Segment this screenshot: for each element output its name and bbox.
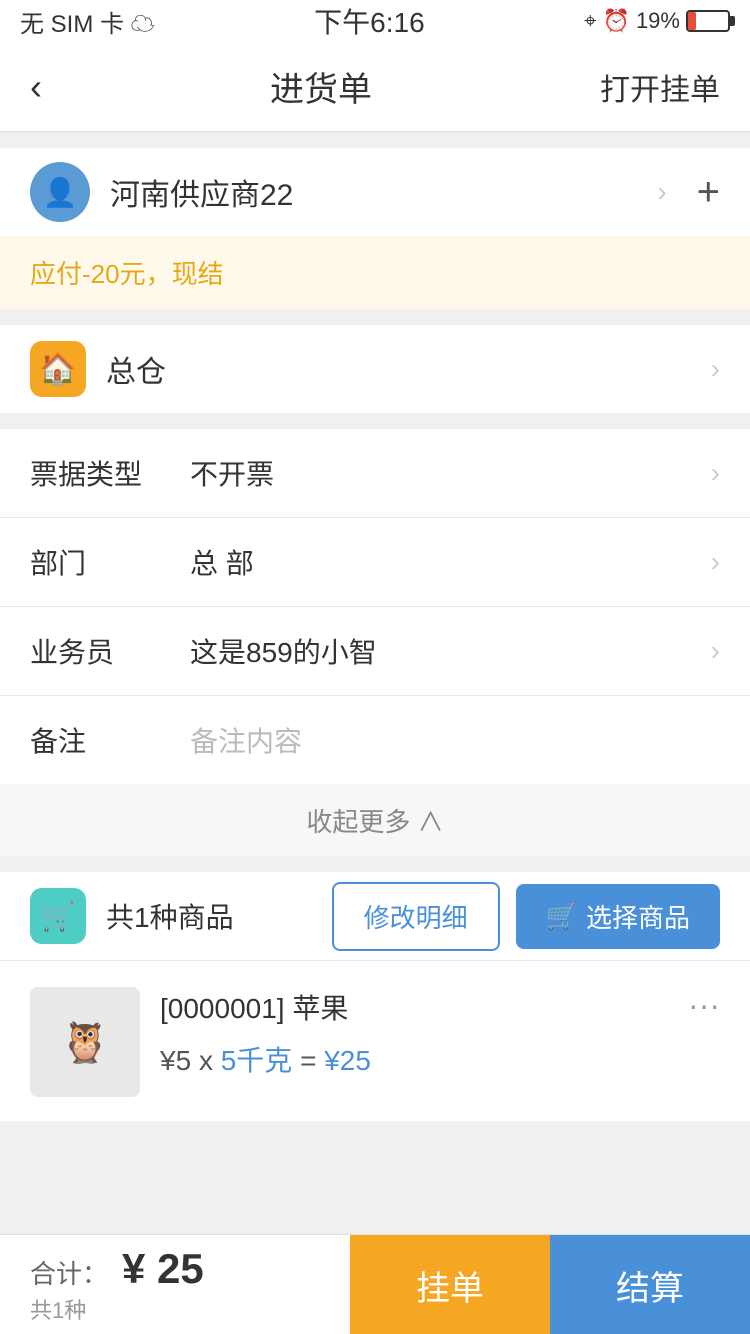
dept-chevron-icon: › [711,546,720,578]
edit-detail-button[interactable]: 修改明细 [332,882,500,951]
owl-logo: 🦉 [60,1019,110,1066]
supplier-name[interactable]: 河南供应商22 [110,170,657,214]
product-quantity[interactable]: 5千克 [221,1045,293,1076]
sales-label: 业务员 [30,631,190,671]
price-equals: = [300,1045,324,1076]
total-label: 合计： [30,1254,108,1291]
sales-row[interactable]: 业务员 这是859的小智 › [0,607,750,695]
footer: 合计： ¥ 25 共1种 挂单 结算 [0,1234,750,1334]
status-left: 无 SIM 卡 ☁ [20,4,155,39]
invoice-row[interactable]: 票据类型 不开票 › [0,429,750,517]
dept-label: 部门 [30,542,190,582]
status-bar: 无 SIM 卡 ☁ 下午6:16 ⌖ ⏰ 19% [0,0,750,42]
page-title: 进货单 [270,62,372,111]
status-right: ⌖ ⏰ 19% [584,8,730,34]
product-thumbnail: 🦉 [30,987,140,1097]
warehouse-row[interactable]: 🏠 总仓 › [0,325,750,413]
product-code: [0000001] [160,993,285,1024]
product-header: 🛒 共1种商品 修改明细 🛒 选择商品 [0,872,750,960]
footer-total: 合计： ¥ 25 共1种 [0,1235,350,1334]
product-name: [0000001] 苹果 [160,987,688,1027]
location-icon: ⌖ [584,8,596,34]
back-button[interactable]: ‹ [30,66,42,108]
divider-top [0,132,750,148]
sales-value: 这是859的小智 [190,631,711,671]
product-price: ¥5 x 5千克 = ¥25 [160,1039,688,1079]
divider-1 [0,309,750,325]
collapse-button[interactable]: 收起更多 ∧ [0,784,750,856]
products-section: 🛒 共1种商品 修改明细 🛒 选择商品 🦉 [0000001] 苹果 ¥5 x … [0,872,750,1121]
product-icon: 🛒 [30,888,86,944]
battery-icon [686,10,730,32]
notice-bar: 应付-20元，现结 [0,236,750,309]
product-total: ¥25 [324,1045,371,1076]
footer-count: 共1种 [30,1293,204,1325]
remark-input[interactable]: 备注内容 [190,720,720,760]
remark-label: 备注 [30,720,190,760]
supplier-section: 👤 河南供应商22 › + 应付-20元，现结 [0,148,750,309]
footer-total-row: 合计： ¥ 25 [30,1245,204,1293]
nav-bar: ‹ 进货单 打开挂单 [0,42,750,132]
product-item: 🦉 [0000001] 苹果 ¥5 x 5千克 = ¥25 ··· [0,963,750,1121]
dept-row[interactable]: 部门 总 部 › [0,518,750,606]
remark-row[interactable]: 备注 备注内容 [0,696,750,784]
hang-button[interactable]: 挂单 [350,1235,550,1334]
invoice-chevron-icon: › [711,457,720,489]
price-times: x [199,1045,221,1076]
product-info: [0000001] 苹果 ¥5 x 5千克 = ¥25 [160,987,688,1079]
warehouse-section: 🏠 总仓 › [0,325,750,413]
form-section: 票据类型 不开票 › 部门 总 部 › 业务员 这是859的小智 › 备注 备注… [0,429,750,784]
add-supplier-button[interactable]: + [697,170,720,215]
checkout-button[interactable]: 结算 [550,1235,750,1334]
divider-products [0,960,750,961]
avatar-icon: 👤 [43,176,78,209]
invoice-label: 票据类型 [30,453,190,493]
alarm-icon: ⏰ [603,8,630,34]
product-more-button[interactable]: ··· [688,987,720,1024]
footer-total-info: 合计： ¥ 25 共1种 [30,1245,204,1325]
price-value: ¥5 [160,1045,191,1076]
status-time: 下午6:16 [314,1,425,41]
cart-icon: 🛒 [546,901,578,932]
product-count: 共1种商品 [106,896,332,936]
warehouse-icon: 🏠 [30,341,86,397]
supplier-chevron-icon: › [657,176,666,208]
footer-spacer [0,1121,750,1221]
select-product-button[interactable]: 🛒 选择商品 [516,884,720,949]
sales-chevron-icon: › [711,635,720,667]
divider-2 [0,413,750,429]
battery-fill [688,12,696,30]
warehouse-name: 总仓 [106,347,711,391]
supplier-row: 👤 河南供应商22 › + [0,148,750,236]
invoice-value: 不开票 [190,453,711,493]
total-amount: ¥ 25 [122,1245,204,1293]
divider-3 [0,856,750,872]
warehouse-chevron-icon: › [711,353,720,385]
open-pending-button[interactable]: 打开挂单 [600,65,720,109]
battery-percent: 19% [636,8,680,34]
supplier-avatar: 👤 [30,162,90,222]
product-title: 苹果 [292,993,348,1024]
dept-value: 总 部 [190,542,711,582]
sim-label: 无 SIM 卡 ☁ [20,4,155,39]
